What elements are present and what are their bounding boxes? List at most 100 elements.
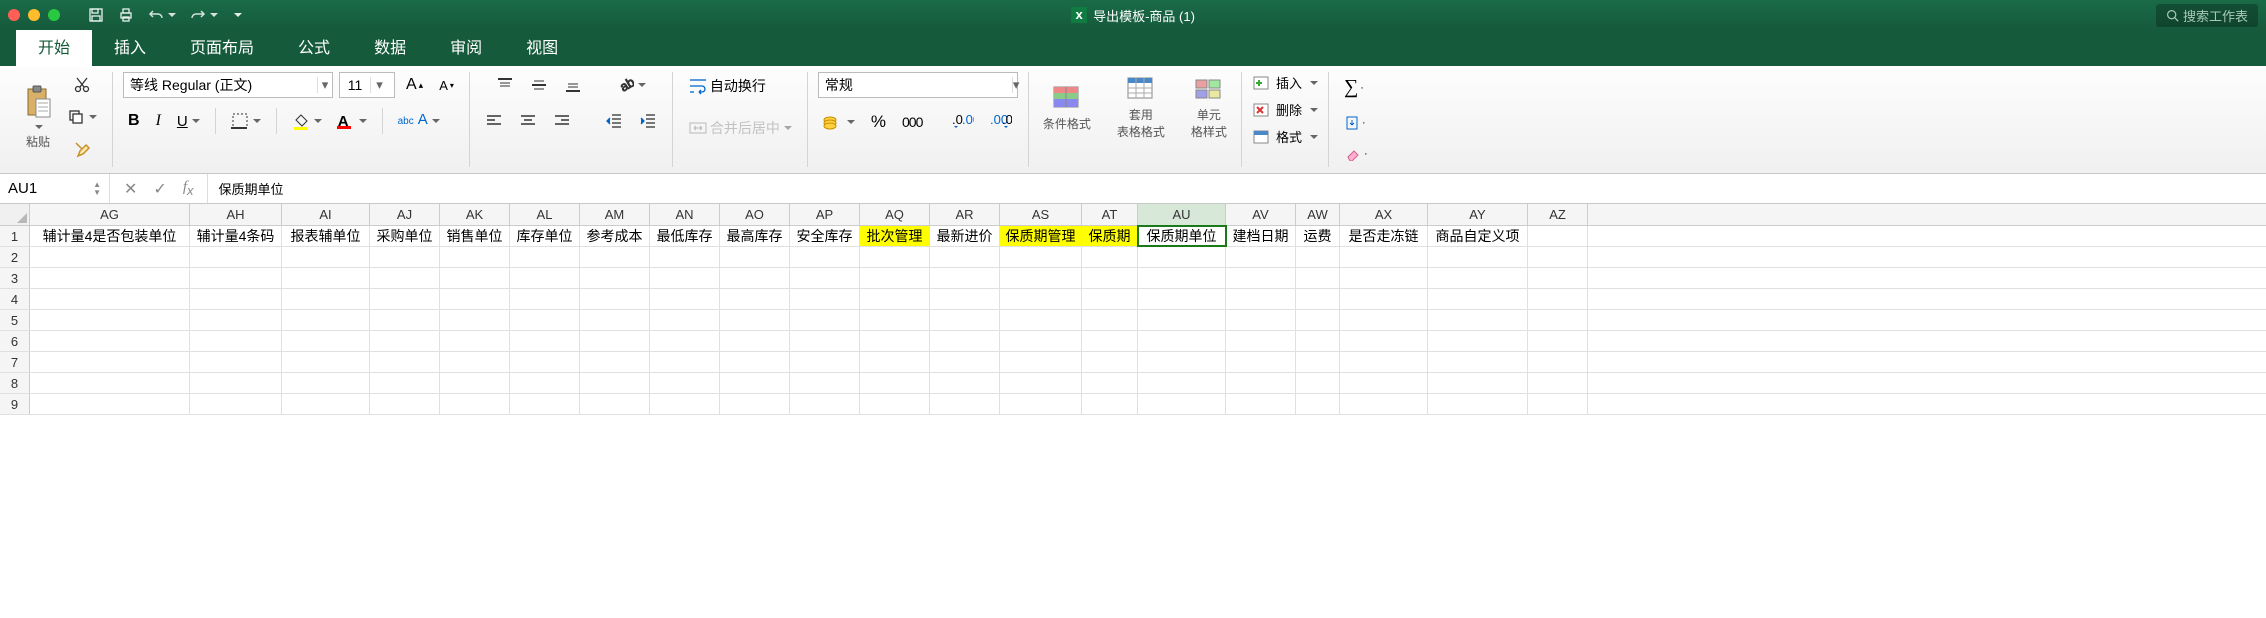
- cell-AH7[interactable]: [190, 352, 282, 372]
- cell-AP3[interactable]: [790, 268, 860, 288]
- cell-AQ1[interactable]: 批次管理: [860, 226, 930, 246]
- cell-AN4[interactable]: [650, 289, 720, 309]
- cell-AQ4[interactable]: [860, 289, 930, 309]
- align-top-button[interactable]: [491, 72, 519, 98]
- font-name-combo[interactable]: ▾: [123, 72, 333, 98]
- cell-AV9[interactable]: [1226, 394, 1296, 414]
- col-header-AH[interactable]: AH: [190, 204, 282, 225]
- col-header-AG[interactable]: AG: [30, 204, 190, 225]
- cell-AS6[interactable]: [1000, 331, 1082, 351]
- cell-AL9[interactable]: [510, 394, 580, 414]
- italic-button[interactable]: I: [151, 108, 166, 134]
- bold-button[interactable]: B: [123, 108, 145, 134]
- cell-AK8[interactable]: [440, 373, 510, 393]
- cell-AT8[interactable]: [1082, 373, 1138, 393]
- decrease-decimal-button[interactable]: .00.0: [985, 110, 1017, 134]
- cell-AU2[interactable]: [1138, 247, 1226, 267]
- col-header-AR[interactable]: AR: [930, 204, 1000, 225]
- col-header-AO[interactable]: AO: [720, 204, 790, 225]
- cell-AK2[interactable]: [440, 247, 510, 267]
- col-header-AQ[interactable]: AQ: [860, 204, 930, 225]
- cell-AN1[interactable]: 最低库存: [650, 226, 720, 246]
- cell-AY7[interactable]: [1428, 352, 1528, 372]
- cell-AY3[interactable]: [1428, 268, 1528, 288]
- cell-AN2[interactable]: [650, 247, 720, 267]
- close-window-button[interactable]: [8, 9, 20, 21]
- cell-AW6[interactable]: [1296, 331, 1340, 351]
- col-header-AL[interactable]: AL: [510, 204, 580, 225]
- cell-AG7[interactable]: [30, 352, 190, 372]
- cell-AS2[interactable]: [1000, 247, 1082, 267]
- cell-AM3[interactable]: [580, 268, 650, 288]
- cell-AV2[interactable]: [1226, 247, 1296, 267]
- cell-AI1[interactable]: 报表辅单位: [282, 226, 370, 246]
- cell-AV6[interactable]: [1226, 331, 1296, 351]
- cell-AG3[interactable]: [30, 268, 190, 288]
- col-header-AJ[interactable]: AJ: [370, 204, 440, 225]
- wrap-text-button[interactable]: 自动换行: [683, 72, 771, 100]
- cell-AJ7[interactable]: [370, 352, 440, 372]
- cell-AI7[interactable]: [282, 352, 370, 372]
- cell-AQ7[interactable]: [860, 352, 930, 372]
- cell-AR8[interactable]: [930, 373, 1000, 393]
- paste-button[interactable]: 粘贴: [20, 83, 56, 152]
- comma-button[interactable]: 000: [897, 110, 927, 134]
- cell-AM7[interactable]: [580, 352, 650, 372]
- undo-button[interactable]: [148, 7, 176, 23]
- cell-AS7[interactable]: [1000, 352, 1082, 372]
- cell-AW2[interactable]: [1296, 247, 1340, 267]
- cell-AW7[interactable]: [1296, 352, 1340, 372]
- align-left-button[interactable]: [480, 108, 508, 134]
- autosum-button[interactable]: ∑·: [1339, 72, 1369, 103]
- cell-AP9[interactable]: [790, 394, 860, 414]
- cell-AI8[interactable]: [282, 373, 370, 393]
- cell-AG2[interactable]: [30, 247, 190, 267]
- col-header-AS[interactable]: AS: [1000, 204, 1082, 225]
- cell-AL2[interactable]: [510, 247, 580, 267]
- cell-AI6[interactable]: [282, 331, 370, 351]
- cell-AV7[interactable]: [1226, 352, 1296, 372]
- cell-AT1[interactable]: 保质期: [1082, 226, 1138, 246]
- qat-customize-icon[interactable]: [234, 13, 242, 17]
- col-header-AX[interactable]: AX: [1340, 204, 1428, 225]
- cell-AL4[interactable]: [510, 289, 580, 309]
- border-button[interactable]: [226, 108, 266, 134]
- cell-AO9[interactable]: [720, 394, 790, 414]
- cell-AO4[interactable]: [720, 289, 790, 309]
- number-format-input[interactable]: [819, 77, 1012, 93]
- cell-AP6[interactable]: [790, 331, 860, 351]
- align-right-button[interactable]: [548, 108, 576, 134]
- cell-AU5[interactable]: [1138, 310, 1226, 330]
- cell-AH9[interactable]: [190, 394, 282, 414]
- cell-AZ1[interactable]: [1528, 226, 1588, 246]
- cell-AN8[interactable]: [650, 373, 720, 393]
- cell-AZ2[interactable]: [1528, 247, 1588, 267]
- cell-AJ8[interactable]: [370, 373, 440, 393]
- cell-AZ4[interactable]: [1528, 289, 1588, 309]
- cell-AN6[interactable]: [650, 331, 720, 351]
- cell-AH8[interactable]: [190, 373, 282, 393]
- increase-indent-button[interactable]: [634, 108, 662, 134]
- percent-button[interactable]: %: [866, 108, 891, 136]
- name-box[interactable]: AU1 ▲▼: [0, 174, 110, 203]
- font-color-button[interactable]: A: [333, 108, 372, 134]
- format-as-table-button[interactable]: 套用 表格格式: [1113, 72, 1169, 142]
- cell-AR5[interactable]: [930, 310, 1000, 330]
- print-icon[interactable]: [118, 7, 134, 23]
- col-header-AM[interactable]: AM: [580, 204, 650, 225]
- format-painter-button[interactable]: [68, 136, 96, 162]
- cell-AK7[interactable]: [440, 352, 510, 372]
- name-box-down[interactable]: ▼: [93, 189, 101, 197]
- col-header-AI[interactable]: AI: [282, 204, 370, 225]
- font-name-input[interactable]: [124, 77, 317, 93]
- cell-AY8[interactable]: [1428, 373, 1528, 393]
- cell-AY2[interactable]: [1428, 247, 1528, 267]
- cell-AM6[interactable]: [580, 331, 650, 351]
- cell-AT7[interactable]: [1082, 352, 1138, 372]
- orientation-button[interactable]: ab: [611, 72, 651, 98]
- tab-公式[interactable]: 公式: [276, 26, 352, 66]
- cell-AS4[interactable]: [1000, 289, 1082, 309]
- cell-AX3[interactable]: [1340, 268, 1428, 288]
- cell-AU1[interactable]: 保质期单位: [1138, 226, 1226, 246]
- save-icon[interactable]: [88, 7, 104, 23]
